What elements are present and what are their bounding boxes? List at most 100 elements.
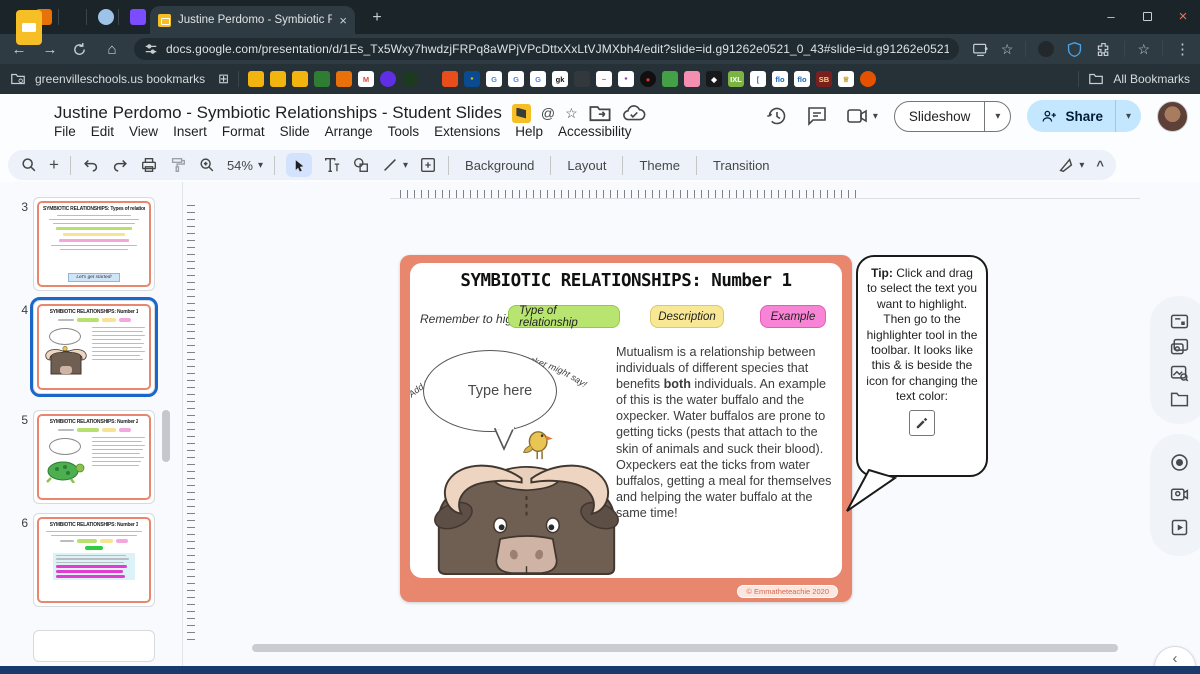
slide-title[interactable]: SYMBIOTIC RELATIONSHIPS: Number 1 xyxy=(400,271,852,291)
bookmark-favicon[interactable] xyxy=(292,71,308,87)
shield-extension-icon[interactable] xyxy=(1066,41,1083,58)
bookmark-favicon[interactable]: ● xyxy=(640,71,656,87)
new-tab-button[interactable]: + xyxy=(366,7,388,29)
star-document-icon[interactable]: ☆ xyxy=(565,105,578,122)
bookmark-favicon[interactable]: * xyxy=(464,71,480,87)
bookmark-favicon[interactable] xyxy=(380,71,396,87)
slide-thumbnail-7-partial[interactable] xyxy=(33,630,155,662)
bookmark-favicon[interactable]: ◆ xyxy=(706,71,722,87)
windows-settings-icon[interactable] xyxy=(1169,337,1190,358)
play-icon[interactable] xyxy=(1169,517,1190,538)
insert-image-icon[interactable] xyxy=(419,156,437,174)
slide-canvas[interactable]: SYMBIOTIC RELATIONSHIPS: Number 1 Rememb… xyxy=(400,255,852,602)
shapes-tool-icon[interactable] xyxy=(352,156,370,174)
bookmark-favicon[interactable]: G xyxy=(486,71,502,87)
reload-button[interactable] xyxy=(72,42,90,57)
transition-button[interactable]: Transition xyxy=(708,158,775,173)
menu-view[interactable]: View xyxy=(129,124,158,139)
bookmark-favicon[interactable]: IXL xyxy=(728,71,744,87)
move-folder-icon[interactable] xyxy=(588,101,612,125)
menu-help[interactable]: Help xyxy=(515,124,543,139)
camera-person-icon[interactable] xyxy=(1169,484,1190,505)
minimize-button[interactable]: – xyxy=(1100,5,1122,27)
water-buffalo-illustration[interactable] xyxy=(424,424,629,576)
theme-button[interactable]: Theme xyxy=(634,158,684,173)
bookmark-favicon[interactable]: M xyxy=(358,71,374,87)
bookmark-favicon[interactable]: flo xyxy=(794,71,810,87)
pill-description[interactable]: Description xyxy=(650,305,724,328)
bookmark-favicon[interactable] xyxy=(442,71,458,87)
menu-file[interactable]: File xyxy=(54,124,76,139)
pill-example[interactable]: Example xyxy=(760,305,826,328)
select-tool[interactable] xyxy=(286,153,312,177)
comments-icon[interactable] xyxy=(805,104,829,128)
cloud-status-icon[interactable] xyxy=(622,101,646,125)
bookmark-favicon[interactable] xyxy=(860,71,876,87)
folder-icon[interactable] xyxy=(1169,389,1190,410)
home-button[interactable]: ⌂ xyxy=(103,41,121,58)
collapse-toolbar-button[interactable]: ^ xyxy=(1096,158,1104,173)
address-bar[interactable]: docs.google.com/presentation/d/1Es_Tx5Wx… xyxy=(134,38,959,60)
card-panel-icon[interactable] xyxy=(1169,311,1190,332)
type-here-placeholder[interactable]: Type here xyxy=(438,383,562,399)
layout-button[interactable]: Layout xyxy=(562,158,611,173)
redo-icon[interactable] xyxy=(111,156,129,174)
line-tool[interactable]: ▾ xyxy=(381,156,408,174)
tip-callout[interactable]: Tip: Click and drag to select the text y… xyxy=(856,255,988,477)
search-menus-icon[interactable] xyxy=(20,156,38,174)
pen-tool[interactable]: ▾ xyxy=(1057,156,1084,174)
google-slides-logo[interactable] xyxy=(16,10,42,45)
record-icon[interactable] xyxy=(1169,452,1190,473)
menu-tools[interactable]: Tools xyxy=(388,124,420,139)
restore-button[interactable] xyxy=(1136,5,1158,27)
bookmark-favicon[interactable]: * xyxy=(618,71,634,87)
mention-icon[interactable]: @ xyxy=(541,105,555,121)
bookmark-favicon[interactable]: [ xyxy=(750,71,766,87)
star-badge-icon[interactable]: ☆ xyxy=(1137,41,1150,58)
text-box-tool-icon[interactable] xyxy=(323,156,341,174)
browser-menu-icon[interactable]: ⋮ xyxy=(1175,40,1190,58)
extensions-puzzle-icon[interactable] xyxy=(1095,41,1112,58)
slideshow-button[interactable]: Slideshow ▾ xyxy=(893,100,1012,132)
share-dropdown[interactable]: ▾ xyxy=(1114,100,1141,132)
bookmark-star-icon[interactable]: ☆ xyxy=(1001,41,1014,58)
version-history-icon[interactable] xyxy=(765,104,789,128)
image-search-icon[interactable] xyxy=(1169,363,1190,384)
bookmark-favicon[interactable] xyxy=(402,71,418,87)
bookmarks-folder-label[interactable]: greenvilleschools.us bookmarks xyxy=(35,72,205,86)
bookmark-favicon[interactable] xyxy=(314,71,330,87)
forward-button[interactable]: → xyxy=(41,41,59,58)
all-bookmarks-label[interactable]: All Bookmarks xyxy=(1113,72,1190,86)
slideshow-dropdown[interactable]: ▾ xyxy=(984,101,1010,131)
account-avatar[interactable] xyxy=(1157,100,1188,132)
bookmark-favicon[interactable] xyxy=(684,71,700,87)
active-tab[interactable]: Justine Perdomo - Symbiotic R × xyxy=(150,6,355,34)
zoom-level-dropdown[interactable]: 54% ▾ xyxy=(227,158,263,173)
slide-thumbnail-3[interactable]: SYMBIOTIC RELATIONSHIPS: Types of relati… xyxy=(33,197,155,291)
tab-close-icon[interactable]: × xyxy=(339,13,347,28)
slide-body-text[interactable]: Mutualism is a relationship between indi… xyxy=(616,344,832,521)
apps-grid-icon[interactable]: ⊞ xyxy=(218,71,229,87)
background-button[interactable]: Background xyxy=(460,158,539,173)
extension-cat-icon[interactable] xyxy=(1038,41,1055,57)
menu-arrange[interactable]: Arrange xyxy=(325,124,373,139)
zoom-add-icon[interactable]: + xyxy=(49,155,59,175)
bookmark-favicon[interactable] xyxy=(248,71,264,87)
bookmarks-folder-icon[interactable] xyxy=(10,71,26,87)
menu-edit[interactable]: Edit xyxy=(91,124,114,139)
share-button[interactable]: Share ▾ xyxy=(1027,100,1141,132)
bookmark-favicon[interactable]: gk xyxy=(552,71,568,87)
meet-button[interactable]: ▾ xyxy=(845,104,878,128)
bookmark-favicon[interactable] xyxy=(336,71,352,87)
bookmark-favicon[interactable]: SB xyxy=(816,71,832,87)
horizontal-scrollbar[interactable] xyxy=(252,644,1118,652)
undo-icon[interactable] xyxy=(82,156,100,174)
close-window-button[interactable]: × xyxy=(1172,5,1194,27)
send-to-device-icon[interactable] xyxy=(972,41,989,58)
menu-slide[interactable]: Slide xyxy=(280,124,310,139)
menu-extensions[interactable]: Extensions xyxy=(434,124,500,139)
bookmark-favicon[interactable]: ~ xyxy=(596,71,612,87)
extension-badge-icon[interactable] xyxy=(511,103,531,123)
site-info-icon[interactable] xyxy=(144,42,158,56)
bookmark-favicon[interactable] xyxy=(662,71,678,87)
